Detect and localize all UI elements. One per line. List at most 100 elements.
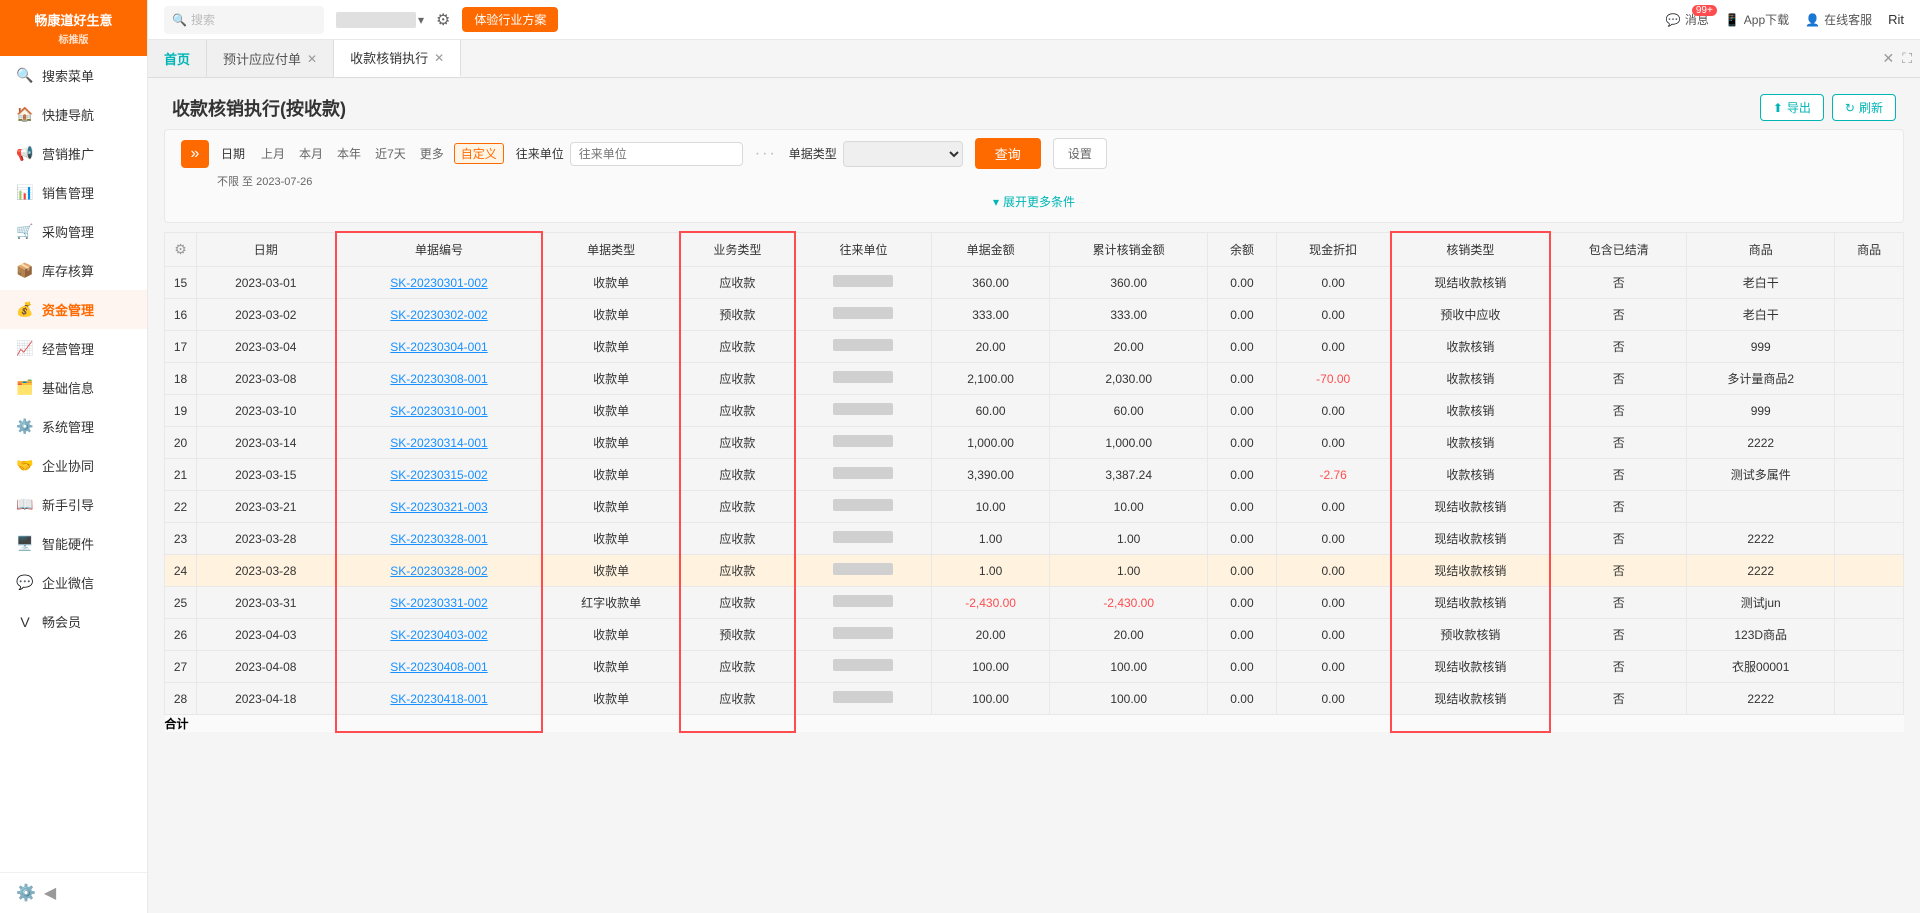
app-download[interactable]: 📱 App下载: [1725, 11, 1789, 28]
unit-filter: 往来单位: [516, 142, 743, 166]
sidebar-item-finance[interactable]: 💰 资金管理: [0, 290, 147, 329]
messages-badge[interactable]: 💬 消息 99+: [1666, 11, 1709, 28]
row-bill-no[interactable]: SK-20230315-002: [336, 459, 543, 491]
row-bill-no[interactable]: SK-20230328-002: [336, 555, 543, 587]
tab-home[interactable]: 首页: [148, 40, 207, 77]
sidebar-icon-guide: 📖: [16, 496, 34, 514]
online-service[interactable]: 👤 在线客服: [1805, 11, 1872, 28]
filter-toggle-button[interactable]: »: [181, 140, 209, 168]
sidebar-item-sales[interactable]: 📊 销售管理: [0, 173, 147, 212]
tab-receipts[interactable]: 收款核销执行 ✕: [334, 40, 461, 77]
row-date: 2023-03-31: [197, 587, 336, 619]
tab-prepay[interactable]: 预计应应付单 ✕: [207, 40, 334, 77]
solution-button[interactable]: 体验行业方案: [462, 7, 558, 32]
row-wo-type: 现结收款核销: [1391, 651, 1551, 683]
row-bill-no[interactable]: SK-20230314-001: [336, 427, 543, 459]
gear-icon[interactable]: ⚙: [436, 10, 450, 30]
sidebar-item-corp[interactable]: 🤝 企业协同: [0, 446, 147, 485]
tab-prepay-close[interactable]: ✕: [307, 52, 317, 66]
tab-right-actions: ✕ ⛶: [1874, 40, 1920, 77]
row-bill-no[interactable]: SK-20230328-001: [336, 523, 543, 555]
row-biz-type: 预收款: [680, 619, 795, 651]
tab-receipts-close[interactable]: ✕: [434, 51, 444, 65]
search-box[interactable]: 🔍 搜索: [164, 6, 324, 34]
date-this-year[interactable]: 本年: [333, 143, 365, 164]
sidebar-label-marketing: 营销推广: [42, 144, 94, 163]
row-bill-no[interactable]: SK-20230304-001: [336, 331, 543, 363]
close-window-icon[interactable]: ✕: [1882, 50, 1894, 67]
settings-button[interactable]: 设置: [1053, 138, 1107, 169]
row-bill-type: 红字收款单: [542, 587, 679, 619]
sidebar-item-purchase[interactable]: 🛒 采购管理: [0, 212, 147, 251]
date-this-month[interactable]: 本月: [295, 143, 327, 164]
footer-discount: [1276, 715, 1390, 733]
date-filter-label: 日期: [221, 145, 245, 162]
col-goods2: 商品: [1835, 232, 1904, 267]
sidebar-item-basic[interactable]: 🗂️ 基础信息: [0, 368, 147, 407]
unit-input[interactable]: [570, 142, 743, 166]
query-button[interactable]: 查询: [975, 138, 1041, 169]
row-bill-no[interactable]: SK-20230403-002: [336, 619, 543, 651]
sidebar-icon-sales: 📊: [16, 184, 34, 202]
collapse-icon[interactable]: ◀: [44, 883, 56, 903]
row-bill-no[interactable]: SK-20230321-003: [336, 491, 543, 523]
type-select[interactable]: [843, 141, 963, 167]
date-last-month[interactable]: 上月: [257, 143, 289, 164]
row-biz-type: 应收款: [680, 395, 795, 427]
row-bill-no[interactable]: SK-20230331-002: [336, 587, 543, 619]
sidebar-item-guide[interactable]: 📖 新手引导: [0, 485, 147, 524]
sidebar-icon-corp: 🤝: [16, 457, 34, 475]
settings-icon[interactable]: ⚙️: [16, 883, 36, 903]
row-no: 25: [165, 587, 197, 619]
sidebar-item-hardware[interactable]: 🖥️ 智能硬件: [0, 524, 147, 563]
row-wo-type: 预收中应收: [1391, 299, 1551, 331]
row-bill-no[interactable]: SK-20230310-001: [336, 395, 543, 427]
row-bill-no[interactable]: SK-20230301-002: [336, 267, 543, 299]
page-actions: ⬆ 导出 ↻ 刷新: [1760, 94, 1896, 121]
row-unit: [795, 523, 931, 555]
row-bill-type: 收款单: [542, 491, 679, 523]
sidebar-item-member[interactable]: V 畅会员: [0, 602, 147, 641]
row-included: 否: [1550, 395, 1687, 427]
row-bill-type: 收款单: [542, 395, 679, 427]
row-bill-type: 收款单: [542, 459, 679, 491]
expand-icon[interactable]: ⛶: [1902, 50, 1912, 67]
refresh-button[interactable]: ↻ 刷新: [1832, 94, 1896, 121]
sidebar: 畅康道好生意 标推版 🔍 搜索菜单 🏠 快捷导航 📢 营销推广 📊 销售管理 🛒…: [0, 0, 148, 913]
row-bill-type: 收款单: [542, 651, 679, 683]
row-bill-no[interactable]: SK-20230418-001: [336, 683, 543, 715]
page-header: 收款核销执行(按收款) ⬆ 导出 ↻ 刷新: [148, 78, 1920, 129]
table-row: 26 2023-04-03 SK-20230403-002 收款单 预收款 20…: [165, 619, 1904, 651]
row-no: 16: [165, 299, 197, 331]
row-biz-type: 应收款: [680, 587, 795, 619]
expand-icon: ▾: [993, 195, 999, 209]
col-gear[interactable]: ⚙: [165, 232, 197, 267]
row-biz-type: 应收款: [680, 651, 795, 683]
row-included: 否: [1550, 555, 1687, 587]
export-button[interactable]: ⬆ 导出: [1760, 94, 1824, 121]
table-row: 21 2023-03-15 SK-20230315-002 收款单 应收款 3,…: [165, 459, 1904, 491]
sidebar-item-wechat[interactable]: 💬 企业微信: [0, 563, 147, 602]
row-amount: 3,390.00: [931, 459, 1049, 491]
date-last-7days[interactable]: 近7天: [371, 143, 410, 164]
row-discount: 0.00: [1276, 587, 1390, 619]
date-custom[interactable]: 自定义: [454, 143, 504, 164]
table-header-row: ⚙ 日期 单据编号 单据类型 业务类型 往来单位 单据金额 累计核销金额 余额 …: [165, 232, 1904, 267]
row-date: 2023-03-08: [197, 363, 336, 395]
sidebar-item-quick[interactable]: 🏠 快捷导航: [0, 95, 147, 134]
sidebar-item-operation[interactable]: 📈 经营管理: [0, 329, 147, 368]
sidebar-item-system[interactable]: ⚙️ 系统管理: [0, 407, 147, 446]
sidebar-item-marketing[interactable]: 📢 营销推广: [0, 134, 147, 173]
expand-more-btn[interactable]: ▾ 展开更多条件: [181, 189, 1887, 214]
row-bill-no[interactable]: SK-20230308-001: [336, 363, 543, 395]
sidebar-item-inventory[interactable]: 📦 库存核算: [0, 251, 147, 290]
sidebar-item-search[interactable]: 🔍 搜索菜单: [0, 56, 147, 95]
sidebar-icon-marketing: 📢: [16, 145, 34, 163]
row-bill-no[interactable]: SK-20230408-001: [336, 651, 543, 683]
row-discount: -2.76: [1276, 459, 1390, 491]
row-amount: -2,430.00: [931, 587, 1049, 619]
tab-prepay-label: 预计应应付单: [223, 49, 301, 68]
row-bill-no[interactable]: SK-20230302-002: [336, 299, 543, 331]
dropdown-selector[interactable]: ▾: [336, 12, 424, 28]
date-more[interactable]: 更多: [416, 143, 448, 164]
